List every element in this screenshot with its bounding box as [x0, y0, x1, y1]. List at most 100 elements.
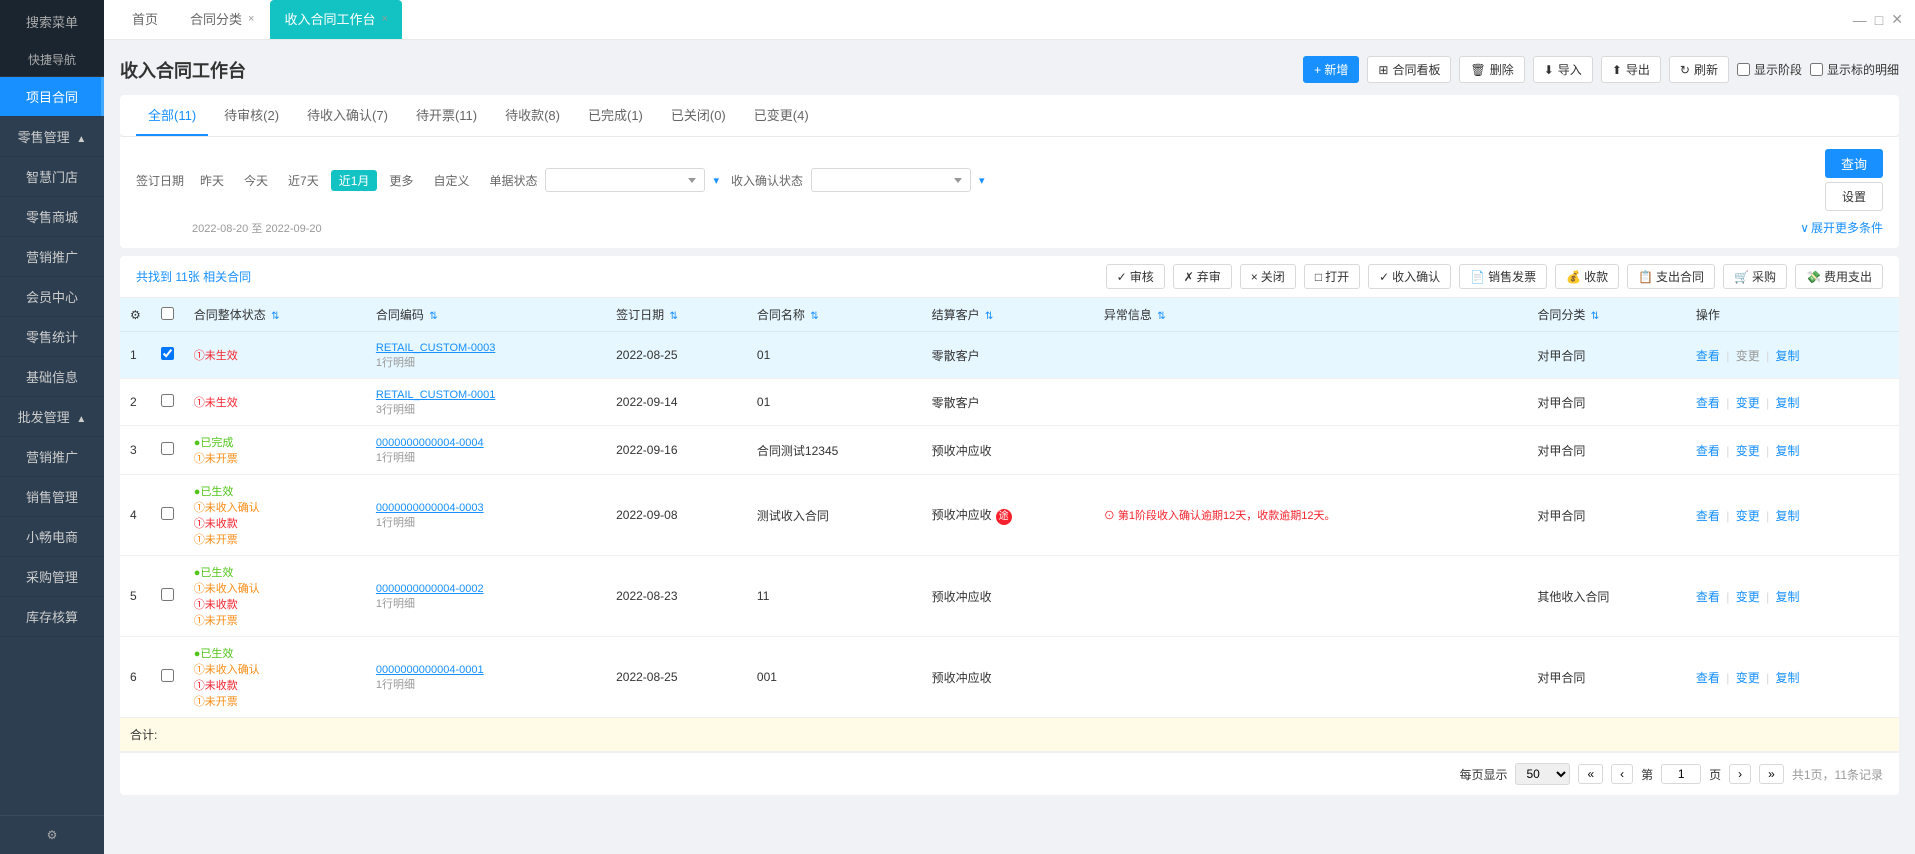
- sidebar-quick-nav[interactable]: 快捷导航: [0, 43, 104, 77]
- op-变更[interactable]: 变更: [1736, 349, 1760, 363]
- op-复制[interactable]: 复制: [1776, 671, 1800, 685]
- expand-more-button[interactable]: ∨ 展开更多条件: [1800, 219, 1883, 236]
- op-查看[interactable]: 查看: [1696, 590, 1720, 604]
- table-scroll-area[interactable]: ⚙ 合同整体状态 ⇅ 合同编码 ⇅ 签订日期 ⇅ 合同名称 ⇅ 结算客户 ⇅ 异…: [120, 298, 1899, 752]
- sidebar-search[interactable]: 搜索菜单: [0, 0, 104, 43]
- sidebar-settings-button[interactable]: ⚙: [0, 815, 104, 854]
- op-变更[interactable]: 变更: [1736, 590, 1760, 604]
- new-button[interactable]: + 新增: [1303, 56, 1359, 83]
- row-checkbox[interactable]: [161, 507, 174, 520]
- row-checkbox[interactable]: [161, 588, 174, 601]
- table-action-销售发票[interactable]: 📄销售发票: [1459, 264, 1547, 289]
- refresh-button[interactable]: ↻ 刷新: [1669, 56, 1729, 83]
- table-action-收款[interactable]: 💰收款: [1555, 264, 1619, 289]
- code-sort-icon[interactable]: ⇅: [429, 311, 437, 322]
- table-action-打开[interactable]: □打开: [1304, 264, 1360, 289]
- sidebar-item-retail-stat[interactable]: 零售统计: [0, 317, 104, 357]
- sidebar-item-mkt-promo[interactable]: 营销推广: [0, 437, 104, 477]
- sidebar-item-member[interactable]: 会员中心: [0, 277, 104, 317]
- date-shortcut-5[interactable]: 自定义: [425, 170, 477, 191]
- table-action-支出合同[interactable]: 📋支出合同: [1627, 264, 1715, 289]
- tab-home[interactable]: 首页: [116, 0, 174, 39]
- next-page-button[interactable]: ›: [1729, 764, 1751, 784]
- abnormal-sort-icon[interactable]: ⇅: [1157, 311, 1165, 322]
- op-查看[interactable]: 查看: [1696, 671, 1720, 685]
- customer-sort-icon[interactable]: ⇅: [985, 311, 993, 322]
- op-查看[interactable]: 查看: [1696, 444, 1720, 458]
- contract-code-link[interactable]: 0000000000004-0002: [376, 583, 484, 595]
- op-查看[interactable]: 查看: [1696, 349, 1720, 363]
- date-shortcut-4[interactable]: 更多: [381, 170, 421, 191]
- last-page-button[interactable]: »: [1759, 764, 1784, 784]
- date-shortcut-0[interactable]: 昨天: [192, 170, 232, 191]
- prev-page-button[interactable]: ‹: [1611, 764, 1633, 784]
- op-复制[interactable]: 复制: [1776, 444, 1800, 458]
- name-sort-icon[interactable]: ⇅: [810, 311, 818, 322]
- contract-code-link[interactable]: RETAIL_CUSTOM-0001: [376, 389, 495, 401]
- tab-close-icon-income-contract[interactable]: ×: [381, 13, 387, 25]
- op-变更[interactable]: 变更: [1736, 671, 1760, 685]
- date-shortcut-3[interactable]: 近1月: [331, 170, 378, 191]
- doc-status-select[interactable]: [545, 168, 705, 192]
- sidebar-item-retail-mall[interactable]: 零售商城: [0, 197, 104, 237]
- close-window-icon[interactable]: ✕: [1891, 11, 1903, 28]
- tab-income-contract[interactable]: 收入合同工作台 ×: [270, 0, 401, 39]
- op-复制[interactable]: 复制: [1776, 349, 1800, 363]
- op-变更[interactable]: 变更: [1736, 396, 1760, 410]
- op-复制[interactable]: 复制: [1776, 396, 1800, 410]
- op-变更[interactable]: 变更: [1736, 444, 1760, 458]
- table-action-收入确认[interactable]: ✓收入确认: [1368, 264, 1451, 289]
- date-shortcut-1[interactable]: 今天: [236, 170, 276, 191]
- maximize-icon[interactable]: □: [1875, 12, 1883, 28]
- filter-tab-7[interactable]: 已变更(4): [742, 95, 821, 136]
- select-all-checkbox[interactable]: [161, 307, 174, 320]
- sidebar-item-sales-mgmt[interactable]: 销售管理: [0, 477, 104, 517]
- contract-code-link[interactable]: 0000000000004-0004: [376, 437, 484, 449]
- row-checkbox[interactable]: [161, 669, 174, 682]
- table-action-采购[interactable]: 🛒采购: [1723, 264, 1787, 289]
- show-details-checkbox[interactable]: 显示标的明细: [1810, 61, 1899, 78]
- contract-code-link[interactable]: 0000000000004-0001: [376, 664, 484, 676]
- filter-setting-button[interactable]: 设置: [1825, 182, 1883, 211]
- delete-button[interactable]: 🗑 删除: [1459, 56, 1524, 83]
- board-button[interactable]: ⊞ 合同看板: [1367, 56, 1451, 83]
- income-confirm-select[interactable]: [811, 168, 971, 192]
- filter-tab-2[interactable]: 待收入确认(7): [295, 95, 400, 136]
- tab-contract-cat[interactable]: 合同分类 ×: [174, 0, 270, 39]
- filter-tab-1[interactable]: 待审核(2): [212, 95, 291, 136]
- show-fields-checkbox[interactable]: 显示阶段: [1737, 61, 1802, 78]
- row-checkbox[interactable]: [161, 347, 174, 360]
- op-复制[interactable]: 复制: [1776, 509, 1800, 523]
- table-action-关闭[interactable]: ×关闭: [1240, 264, 1296, 289]
- sidebar-item-retail-mgmt[interactable]: 零售管理 ▲: [0, 117, 104, 157]
- sidebar-item-purchase[interactable]: 采购管理: [0, 557, 104, 597]
- op-复制[interactable]: 复制: [1776, 590, 1800, 604]
- table-action-审核[interactable]: ✓审核: [1106, 264, 1165, 289]
- sidebar-item-inventory[interactable]: 库存核算: [0, 597, 104, 637]
- contract-code-link[interactable]: RETAIL_CUSTOM-0003: [376, 342, 495, 354]
- sidebar-item-project[interactable]: 项目合同: [0, 77, 104, 117]
- export-button[interactable]: ⬆ 导出: [1601, 56, 1661, 83]
- settings-icon[interactable]: ⚙: [130, 308, 141, 322]
- sidebar-item-xiaochangec[interactable]: 小畅电商: [0, 517, 104, 557]
- sidebar-item-marketing[interactable]: 营销推广: [0, 237, 104, 277]
- page-input[interactable]: [1661, 764, 1701, 784]
- sidebar-item-basic-info[interactable]: 基础信息: [0, 357, 104, 397]
- tab-close-icon-contract-cat[interactable]: ×: [248, 13, 254, 25]
- import-button[interactable]: ⬇ 导入: [1533, 56, 1593, 83]
- sidebar-item-wholesale[interactable]: 批发管理 ▲: [0, 397, 104, 437]
- status-sort-icon[interactable]: ⇅: [271, 311, 279, 322]
- sidebar-item-smart-store[interactable]: 智慧门店: [0, 157, 104, 197]
- filter-tab-4[interactable]: 待收款(8): [493, 95, 572, 136]
- table-action-费用支出[interactable]: 💸费用支出: [1795, 264, 1883, 289]
- query-button[interactable]: 查询: [1825, 149, 1883, 178]
- page-size-select[interactable]: 50 20 100: [1515, 763, 1570, 785]
- minimize-icon[interactable]: —: [1853, 12, 1867, 28]
- date-sort-icon[interactable]: ⇅: [669, 311, 677, 322]
- filter-tab-6[interactable]: 已关闭(0): [659, 95, 738, 136]
- filter-tab-0[interactable]: 全部(11): [136, 95, 208, 136]
- row-checkbox[interactable]: [161, 442, 174, 455]
- op-查看[interactable]: 查看: [1696, 396, 1720, 410]
- category-sort-icon[interactable]: ⇅: [1591, 311, 1599, 322]
- contract-code-link[interactable]: 0000000000004-0003: [376, 502, 484, 514]
